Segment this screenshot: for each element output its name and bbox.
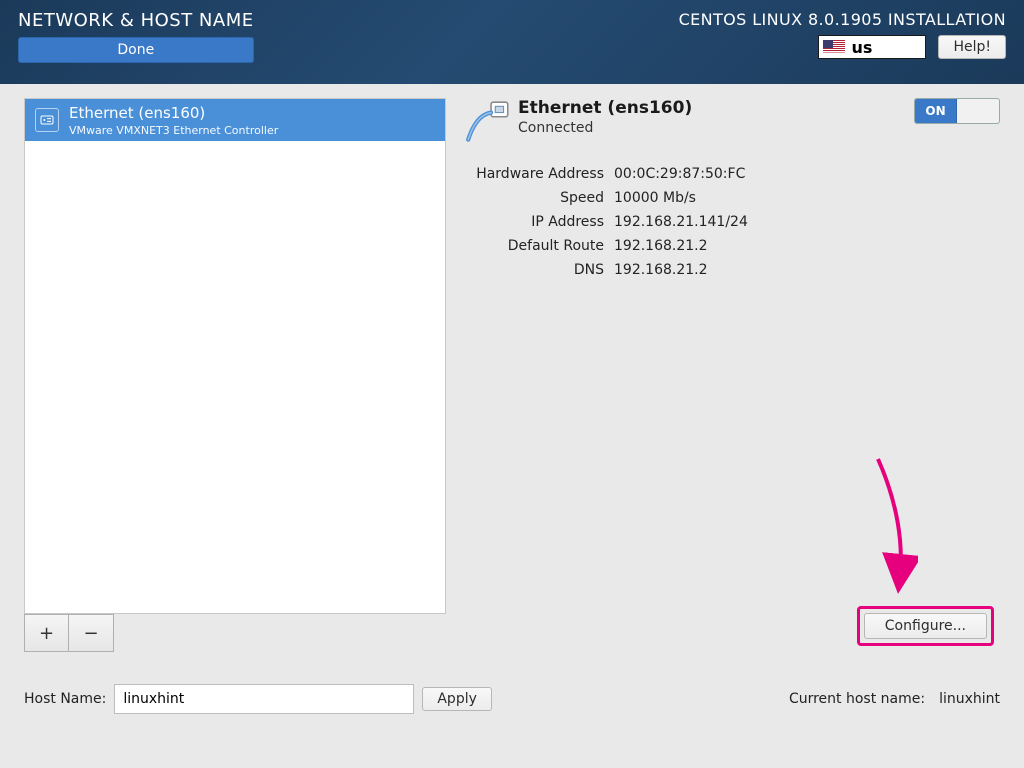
details-title: Ethernet (ens160) [518,98,692,118]
hostname-row: Host Name: Apply Current host name: linu… [24,684,1000,714]
ip-value: 192.168.21.141/24 [614,214,748,230]
remove-interface-button[interactable]: − [69,614,114,652]
add-interface-button[interactable]: + [24,614,69,652]
keyboard-layout-label: us [851,38,872,57]
us-flag-icon [823,40,845,54]
details-kv: Hardware Address 00:0C:29:87:50:FC Speed 1… [464,162,1000,282]
hostname-input[interactable] [114,684,414,714]
annotation-arrow-icon [858,454,918,594]
interface-item-ens160[interactable]: Ethernet (ens160) VMware VMXNET3 Etherne… [25,99,445,141]
dns-value: 192.168.21.2 [614,262,708,278]
speed-value: 10000 Mb/s [614,190,696,206]
header-bar: NETWORK & HOST NAME Done CENTOS LINUX 8.… [0,0,1024,84]
interface-details: Ethernet (ens160) Connected ON Hardware … [464,98,1000,652]
hw-value: 00:0C:29:87:50:FC [614,166,745,182]
interface-name: Ethernet (ens160) [69,104,278,122]
hw-label: Hardware Address [464,166,604,182]
network-card-icon [35,108,59,132]
interface-panel: Ethernet (ens160) VMware VMXNET3 Etherne… [24,98,446,652]
ethernet-icon [464,98,514,146]
details-status: Connected [518,120,692,136]
current-host-value: linuxhint [939,691,1000,707]
connection-toggle[interactable]: ON [914,98,1000,124]
hostname-label: Host Name: [24,691,106,707]
toggle-on-label: ON [915,99,957,123]
ip-label: IP Address [464,214,604,230]
interface-device: VMware VMXNET3 Ethernet Controller [69,124,278,137]
keyboard-layout-indicator[interactable]: us [818,35,926,59]
page-title: NETWORK & HOST NAME [18,10,254,31]
help-button[interactable]: Help! [938,35,1006,59]
interface-list[interactable]: Ethernet (ens160) VMware VMXNET3 Etherne… [24,98,446,614]
dns-label: DNS [464,262,604,278]
speed-label: Speed [464,190,604,206]
route-value: 192.168.21.2 [614,238,708,254]
configure-button[interactable]: Configure... [864,613,987,639]
configure-highlight: Configure... [857,606,994,646]
installer-title: CENTOS LINUX 8.0.1905 INSTALLATION [679,10,1006,29]
done-button[interactable]: Done [18,37,254,63]
current-host-label: Current host name: [789,691,925,707]
route-label: Default Route [464,238,604,254]
apply-button[interactable]: Apply [422,687,492,711]
body: Ethernet (ens160) VMware VMXNET3 Etherne… [0,84,1024,768]
